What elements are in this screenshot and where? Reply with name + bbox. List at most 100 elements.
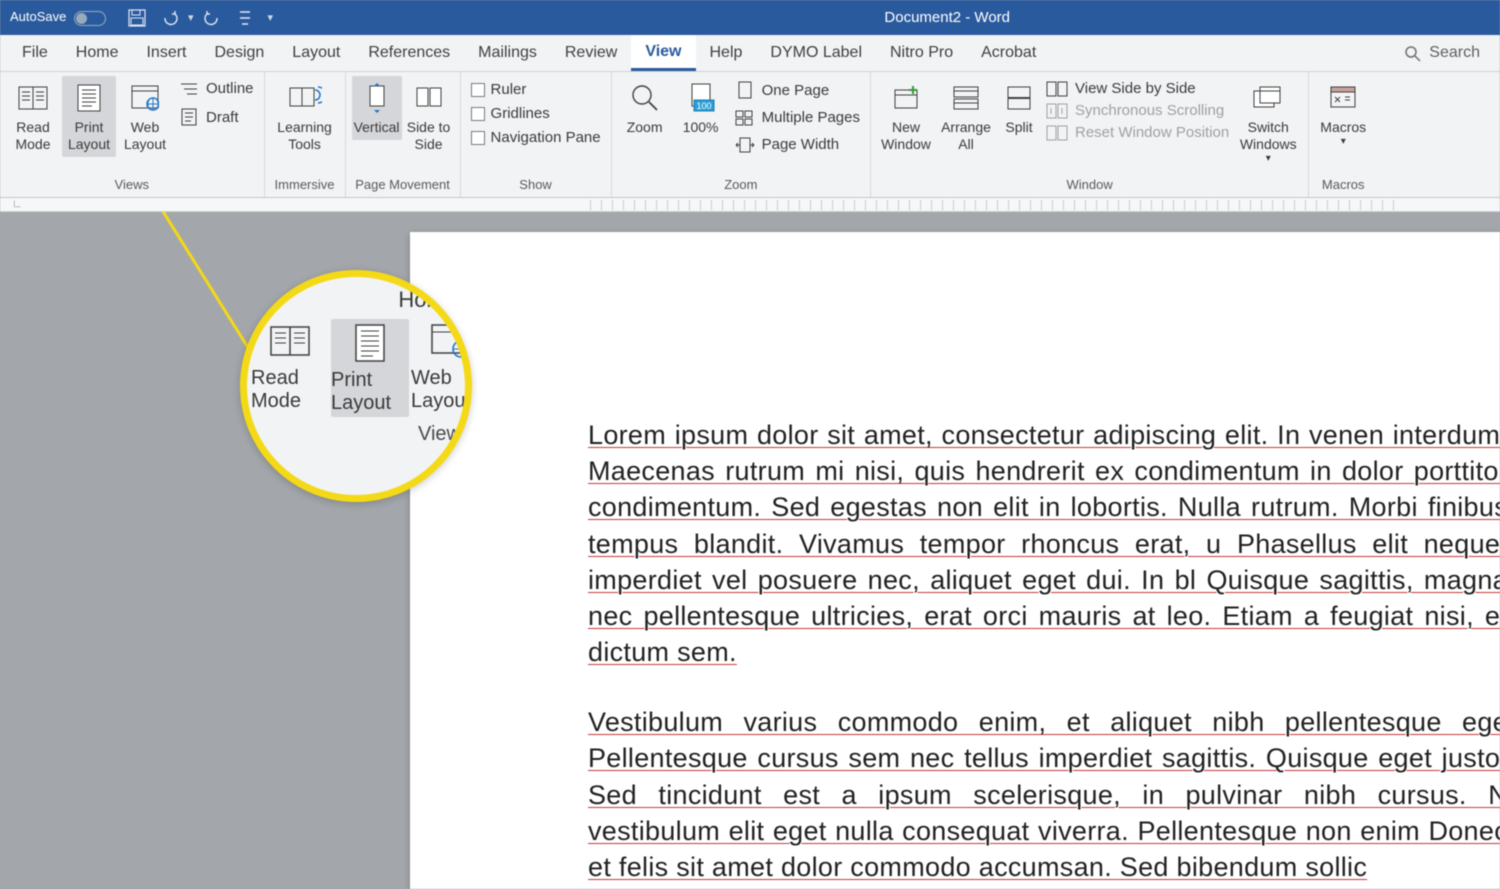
- learning-tools-button[interactable]: Learning Tools: [271, 76, 339, 157]
- group-page-movement: Vertical Side to Side Page Movement: [346, 72, 461, 197]
- page-width-label: Page Width: [762, 136, 840, 153]
- tab-layout[interactable]: Layout: [278, 35, 354, 71]
- undo-icon[interactable]: [157, 4, 185, 32]
- multiple-pages-button[interactable]: Multiple Pages: [734, 107, 860, 128]
- new-window-button[interactable]: New Window: [877, 76, 935, 157]
- learning-tools-icon: [288, 80, 322, 116]
- multiple-pages-icon: [734, 110, 756, 126]
- ruler-label: Ruler: [491, 81, 527, 98]
- group-zoom-label: Zoom: [724, 174, 757, 197]
- group-views-label: Views: [115, 174, 149, 197]
- svg-text:100: 100: [696, 101, 711, 111]
- arrange-all-button[interactable]: Arrange All: [937, 76, 995, 157]
- ruler-checkbox[interactable]: Ruler: [471, 81, 601, 98]
- side-to-side-label: Side to Side: [406, 119, 452, 153]
- new-window-icon: [891, 80, 921, 116]
- web-layout-button[interactable]: Web Layout: [118, 76, 172, 157]
- print-layout-button[interactable]: Print Layout: [62, 76, 116, 157]
- zoom-callout-web-layout: Web Layout: [411, 319, 472, 417]
- tab-help[interactable]: Help: [696, 35, 757, 71]
- tab-file[interactable]: File: [8, 35, 62, 71]
- zoom-100-icon: 100: [686, 80, 716, 116]
- read-mode-icon: [18, 80, 48, 116]
- reset-window-label: Reset Window Position: [1075, 124, 1229, 141]
- group-macros: Macros▾ Macros: [1309, 72, 1377, 197]
- view-side-by-side-button[interactable]: View Side by Side: [1046, 80, 1229, 97]
- sync-scroll-button: Synchronous Scrolling: [1046, 102, 1229, 119]
- sync-scroll-label: Synchronous Scrolling: [1075, 102, 1224, 119]
- arrange-all-label: Arrange All: [939, 119, 993, 153]
- group-zoom: Zoom 100 100% One Page Multiple Pages Pa…: [612, 72, 871, 197]
- document-body[interactable]: Lorem ipsum dolor sit amet, consectetur …: [588, 417, 1500, 885]
- zoom-button[interactable]: Zoom: [618, 76, 672, 140]
- document-title: Document2 - Word: [450, 0, 1050, 35]
- gridlines-checkbox[interactable]: Gridlines: [471, 105, 601, 122]
- paragraph[interactable]: Vestibulum varius commodo enim, et aliqu…: [588, 704, 1500, 885]
- reset-window-icon: [1046, 125, 1068, 141]
- search-box[interactable]: Search: [1404, 44, 1480, 62]
- checkbox-icon: [471, 131, 485, 145]
- switch-windows-label: Switch Windows: [1236, 119, 1300, 153]
- group-views: Read Mode Print Layout Web Layout Outlin…: [0, 72, 265, 197]
- switch-windows-button[interactable]: Switch Windows▾: [1234, 76, 1302, 169]
- new-window-label: New Window: [879, 119, 933, 153]
- group-page-movement-label: Page Movement: [355, 174, 450, 197]
- search-label: Search: [1429, 44, 1480, 62]
- draft-button[interactable]: Draft: [178, 106, 254, 128]
- tab-references[interactable]: References: [354, 35, 464, 71]
- group-window: New Window Arrange All Split View Side b…: [871, 72, 1309, 197]
- tab-review[interactable]: Review: [551, 35, 631, 71]
- page-width-button[interactable]: Page Width: [734, 134, 860, 155]
- tab-insert[interactable]: Insert: [132, 35, 200, 71]
- zoom-icon: [630, 80, 660, 116]
- touch-mode-icon[interactable]: [231, 4, 259, 32]
- vertical-button[interactable]: Vertical: [352, 76, 402, 140]
- zoom-100-button[interactable]: 100 100%: [674, 76, 728, 140]
- tab-home[interactable]: Home: [62, 35, 133, 71]
- sync-scroll-icon: [1046, 103, 1068, 119]
- macros-button[interactable]: Macros▾: [1315, 76, 1371, 152]
- paragraph[interactable]: Lorem ipsum dolor sit amet, consectetur …: [588, 417, 1500, 670]
- outline-button[interactable]: Outline: [178, 78, 254, 99]
- autosave-toggle[interactable]: [74, 11, 106, 26]
- one-page-button[interactable]: One Page: [734, 79, 860, 101]
- web-layout-icon: [131, 80, 159, 116]
- learning-tools-label: Learning Tools: [273, 119, 337, 153]
- arrange-all-icon: [952, 80, 980, 116]
- nav-pane-checkbox[interactable]: Navigation Pane: [471, 129, 601, 146]
- side-to-side-icon: [411, 80, 447, 116]
- redo-icon[interactable]: [197, 4, 225, 32]
- zoom-100-label: 100%: [683, 119, 719, 136]
- multiple-pages-label: Multiple Pages: [762, 109, 860, 126]
- tab-view[interactable]: View: [631, 35, 695, 71]
- outline-icon: [178, 81, 200, 97]
- qat-customize-icon[interactable]: ▾: [268, 11, 274, 24]
- annotation-connector-line: [117, 212, 264, 372]
- tab-design[interactable]: Design: [200, 35, 278, 71]
- qat-dropdown-icon[interactable]: ▾: [188, 11, 194, 24]
- group-show-label: Show: [519, 174, 552, 197]
- web-layout-label: Web Layout: [120, 119, 170, 153]
- tab-nitro[interactable]: Nitro Pro: [876, 35, 967, 71]
- group-macros-label: Macros: [1322, 174, 1365, 197]
- autosave-label: AutoSave: [10, 9, 106, 25]
- read-mode-button[interactable]: Read Mode: [6, 76, 60, 157]
- group-immersive: Learning Tools Immersive: [265, 72, 346, 197]
- side-to-side-button[interactable]: Side to Side: [404, 76, 454, 157]
- reset-window-pos-button: Reset Window Position: [1046, 124, 1229, 141]
- document-canvas: Lorem ipsum dolor sit amet, consectetur …: [0, 212, 1500, 889]
- chevron-down-icon: ▾: [1341, 136, 1346, 148]
- checkbox-icon: [471, 83, 485, 97]
- read-mode-label: Read Mode: [8, 119, 58, 153]
- tab-mailings[interactable]: Mailings: [464, 35, 551, 71]
- tab-dymo[interactable]: DYMO Label: [756, 35, 876, 71]
- split-button[interactable]: Split: [997, 76, 1041, 140]
- draft-label: Draft: [206, 109, 239, 126]
- page[interactable]: Lorem ipsum dolor sit amet, consectetur …: [410, 232, 1500, 889]
- tab-acrobat[interactable]: Acrobat: [967, 35, 1050, 71]
- save-icon[interactable]: [123, 4, 151, 32]
- ribbon: Read Mode Print Layout Web Layout Outlin…: [0, 72, 1500, 198]
- group-window-label: Window: [1066, 174, 1112, 197]
- gridlines-label: Gridlines: [491, 105, 550, 122]
- nav-pane-label: Navigation Pane: [491, 129, 601, 146]
